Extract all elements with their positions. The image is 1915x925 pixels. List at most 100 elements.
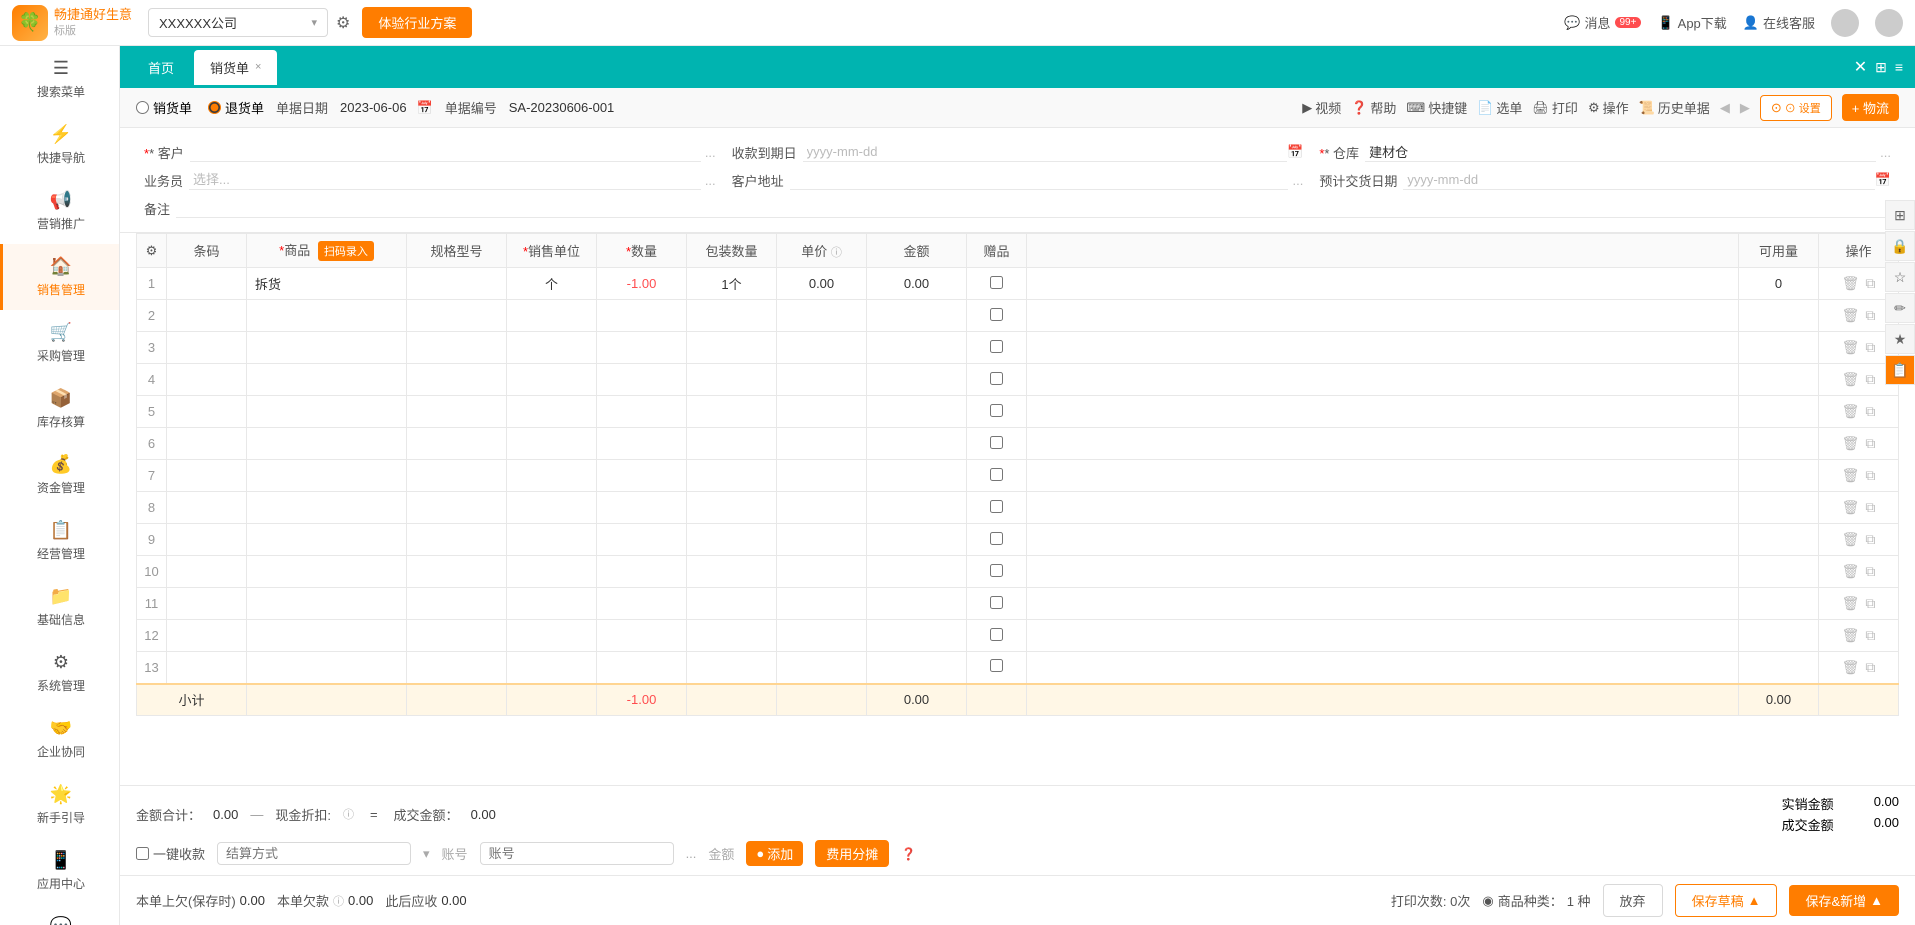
rf-lock-btn[interactable]: 🔒 <box>1885 231 1915 261</box>
video-btn[interactable]: ▶ 视频 <box>1302 98 1341 117</box>
copy-icon[interactable]: ⧉ <box>1865 531 1875 548</box>
cell-quantity[interactable] <box>597 556 687 588</box>
cell-spec[interactable] <box>407 588 507 620</box>
cell-unit-price[interactable] <box>777 364 867 396</box>
cell-unit-price[interactable] <box>777 556 867 588</box>
cell-pkg-qty[interactable] <box>687 428 777 460</box>
sidebar-item-enterprise[interactable]: 🤝 企业协同 <box>0 706 119 772</box>
scan-button[interactable]: 扫码录入 <box>318 241 374 261</box>
logistics-button[interactable]: + 物流 <box>1842 94 1899 121</box>
delete-icon[interactable]: 🗑 <box>1842 627 1860 644</box>
delete-icon[interactable]: 🗑 <box>1842 307 1860 324</box>
cell-gift[interactable] <box>967 300 1027 332</box>
save-new-button[interactable]: 保存&新增 ▲ <box>1789 885 1899 916</box>
cell-product[interactable] <box>247 588 407 620</box>
cell-barcode[interactable] <box>167 396 247 428</box>
cell-amount[interactable] <box>867 492 967 524</box>
cell-amount[interactable]: 0.00 <box>867 268 967 300</box>
cell-unit-price[interactable] <box>777 428 867 460</box>
copy-icon[interactable]: ⧉ <box>1865 403 1875 420</box>
cell-quantity[interactable] <box>597 364 687 396</box>
cell-unit-price[interactable] <box>777 524 867 556</box>
delete-icon[interactable]: 🗑 <box>1842 371 1860 388</box>
copy-icon[interactable]: ⧉ <box>1865 339 1875 356</box>
cell-unit-price[interactable] <box>777 620 867 652</box>
cell-unit-price[interactable] <box>777 652 867 684</box>
copy-icon[interactable]: ⧉ <box>1865 627 1875 644</box>
tab-close-icon[interactable]: × <box>255 61 261 73</box>
nav-prev-icon[interactable]: ◀ <box>1720 100 1730 116</box>
cell-quantity[interactable] <box>597 588 687 620</box>
delete-icon[interactable]: 🗑 <box>1842 563 1860 580</box>
customer-dots[interactable]: ... <box>701 145 716 160</box>
cell-product[interactable] <box>247 332 407 364</box>
cell-unit[interactable] <box>507 652 597 684</box>
cell-unit[interactable] <box>507 620 597 652</box>
cell-amount[interactable] <box>867 396 967 428</box>
delete-icon[interactable]: 🗑 <box>1842 403 1860 420</box>
rf-fav-btn[interactable]: ★ <box>1885 324 1915 354</box>
cell-barcode[interactable] <box>167 364 247 396</box>
cell-amount[interactable] <box>867 556 967 588</box>
cell-unit[interactable] <box>507 556 597 588</box>
cell-amount[interactable] <box>867 588 967 620</box>
help-btn[interactable]: ❓ 帮助 <box>1351 98 1396 117</box>
cell-barcode[interactable] <box>167 268 247 300</box>
copy-icon[interactable]: ⧉ <box>1865 307 1875 324</box>
cell-amount[interactable] <box>867 460 967 492</box>
copy-icon[interactable]: ⧉ <box>1865 371 1875 388</box>
salesman-input[interactable] <box>189 170 701 190</box>
rf-expand-btn[interactable]: ⊞ <box>1885 200 1915 230</box>
copy-icon[interactable]: ⧉ <box>1865 435 1875 452</box>
payment-date-input[interactable] <box>803 142 1287 162</box>
cell-barcode[interactable] <box>167 300 247 332</box>
cell-product[interactable]: 拆货 <box>247 268 407 300</box>
cell-gift[interactable] <box>967 588 1027 620</box>
cell-spec[interactable] <box>407 556 507 588</box>
cell-spec[interactable] <box>407 620 507 652</box>
sidebar-item-search[interactable]: ☰ 搜索菜单 <box>0 46 119 112</box>
cell-unit[interactable] <box>507 524 597 556</box>
cell-quantity[interactable] <box>597 492 687 524</box>
sidebar-item-guide[interactable]: 🌟 新手引导 <box>0 772 119 838</box>
cell-gift[interactable] <box>967 396 1027 428</box>
cell-spec[interactable] <box>407 332 507 364</box>
col-settings[interactable]: ⚙ <box>137 234 167 268</box>
cell-unit[interactable] <box>507 396 597 428</box>
cell-quantity[interactable] <box>597 652 687 684</box>
sidebar-item-baseinfo[interactable]: 📁 基础信息 <box>0 574 119 640</box>
delete-icon[interactable]: 🗑 <box>1842 435 1860 452</box>
cell-spec[interactable] <box>407 652 507 684</box>
cell-unit-price[interactable] <box>777 492 867 524</box>
sidebar-item-inventory[interactable]: 📦 库存核算 <box>0 376 119 442</box>
cell-unit-price[interactable] <box>777 460 867 492</box>
cell-gift[interactable] <box>967 524 1027 556</box>
cell-barcode[interactable] <box>167 332 247 364</box>
cell-pkg-qty[interactable] <box>687 556 777 588</box>
cell-spec[interactable] <box>407 492 507 524</box>
delete-icon[interactable]: 🗑 <box>1842 595 1860 612</box>
cell-pkg-qty[interactable] <box>687 364 777 396</box>
expected-date-input[interactable] <box>1403 170 1874 190</box>
cell-product[interactable] <box>247 364 407 396</box>
cell-amount[interactable] <box>867 524 967 556</box>
cell-unit-price[interactable] <box>777 588 867 620</box>
cell-barcode[interactable] <box>167 492 247 524</box>
cell-product[interactable] <box>247 396 407 428</box>
cell-unit[interactable] <box>507 460 597 492</box>
delete-icon[interactable]: 🗑 <box>1842 275 1860 292</box>
cell-barcode[interactable] <box>167 524 247 556</box>
trial-button[interactable]: 体验行业方案 <box>362 7 472 38</box>
delete-icon[interactable]: 🗑 <box>1842 531 1860 548</box>
fee-split-button[interactable]: 费用分摊 <box>815 840 889 867</box>
cell-gift[interactable] <box>967 460 1027 492</box>
avatar2[interactable] <box>1875 9 1903 37</box>
cell-unit[interactable] <box>507 364 597 396</box>
cell-quantity[interactable] <box>597 524 687 556</box>
close-window-icon[interactable]: ✕ <box>1854 57 1867 77</box>
cell-amount[interactable] <box>867 652 967 684</box>
customer-input[interactable] <box>190 142 701 162</box>
cell-quantity[interactable] <box>597 300 687 332</box>
grid-view-icon[interactable]: ⊞ <box>1875 59 1887 76</box>
copy-icon[interactable]: ⧉ <box>1865 499 1875 516</box>
